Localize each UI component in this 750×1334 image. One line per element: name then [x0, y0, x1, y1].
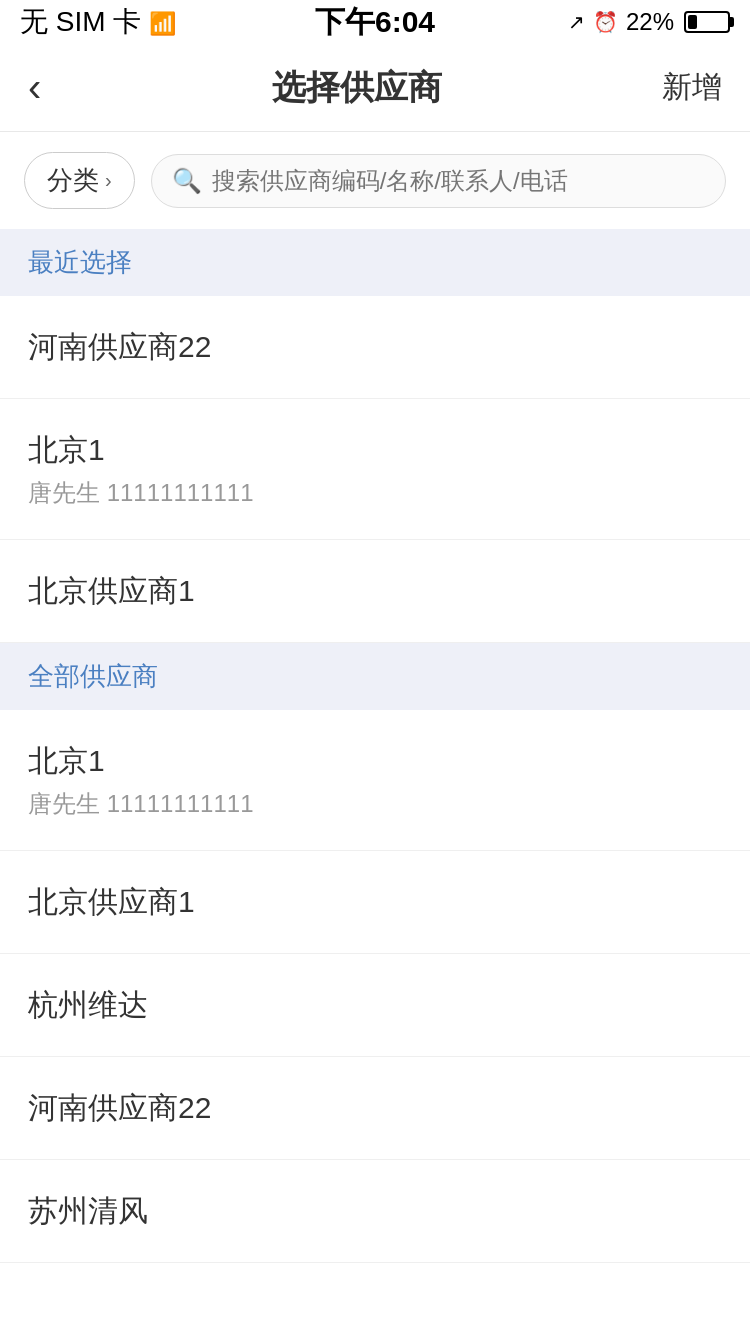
- list-item[interactable]: 北京1 唐先生 11111111111: [0, 399, 750, 540]
- wifi-icon: [149, 6, 176, 38]
- item-sub: 唐先生 11111111111: [28, 477, 722, 509]
- battery-fill: [688, 15, 697, 29]
- item-sub: 唐先生 11111111111: [28, 788, 722, 820]
- item-name: 北京供应商1: [28, 881, 722, 923]
- status-left: 无 SIM 卡: [20, 3, 176, 41]
- list-item[interactable]: 北京供应商1: [0, 851, 750, 954]
- page-title: 选择供应商: [272, 65, 442, 111]
- recent-section-label: 最近选择: [28, 247, 132, 277]
- location-icon: ↗: [568, 10, 585, 34]
- item-name: 苏州清风: [28, 1190, 722, 1232]
- all-section-header: 全部供应商: [0, 643, 750, 710]
- item-name: 河南供应商22: [28, 1087, 722, 1129]
- back-button[interactable]: ‹: [18, 55, 51, 120]
- item-name: 北京1: [28, 429, 722, 471]
- recent-items-list: 河南供应商22 北京1 唐先生 11111111111 北京供应商1: [0, 296, 750, 643]
- item-name: 河南供应商22: [28, 326, 722, 368]
- item-name: 北京供应商1: [28, 570, 722, 612]
- list-item[interactable]: 河南供应商22: [0, 296, 750, 399]
- add-button[interactable]: 新增: [662, 67, 722, 108]
- status-time: 下午6:04: [315, 2, 435, 43]
- item-name: 杭州维达: [28, 984, 722, 1026]
- category-filter[interactable]: 分类 ›: [24, 152, 135, 209]
- alarm-icon: ⏰: [593, 10, 618, 34]
- sim-status: 无 SIM 卡: [20, 3, 141, 41]
- battery-percent: 22%: [626, 8, 674, 36]
- list-item[interactable]: 苏州清风: [0, 1160, 750, 1263]
- status-right: ↗ ⏰ 22%: [568, 8, 730, 36]
- category-label: 分类: [47, 163, 99, 198]
- search-icon: 🔍: [172, 167, 202, 195]
- item-name: 北京1: [28, 740, 722, 782]
- battery-bar: [684, 11, 730, 33]
- filter-bar: 分类 › 🔍: [0, 132, 750, 229]
- search-input[interactable]: [212, 167, 705, 195]
- list-item[interactable]: 北京供应商1: [0, 540, 750, 643]
- search-bar[interactable]: 🔍: [151, 154, 726, 208]
- list-item[interactable]: 北京1 唐先生 11111111111: [0, 710, 750, 851]
- nav-bar: ‹ 选择供应商 新增: [0, 44, 750, 132]
- all-section-label: 全部供应商: [28, 661, 158, 691]
- status-bar: 无 SIM 卡 下午6:04 ↗ ⏰ 22%: [0, 0, 750, 44]
- chevron-right-icon: ›: [105, 169, 112, 192]
- list-item[interactable]: 河南供应商22: [0, 1057, 750, 1160]
- all-items-list: 北京1 唐先生 11111111111 北京供应商1 杭州维达河南供应商22 苏州清风: [0, 710, 750, 1263]
- recent-section-header: 最近选择: [0, 229, 750, 296]
- list-item[interactable]: 杭州维达: [0, 954, 750, 1057]
